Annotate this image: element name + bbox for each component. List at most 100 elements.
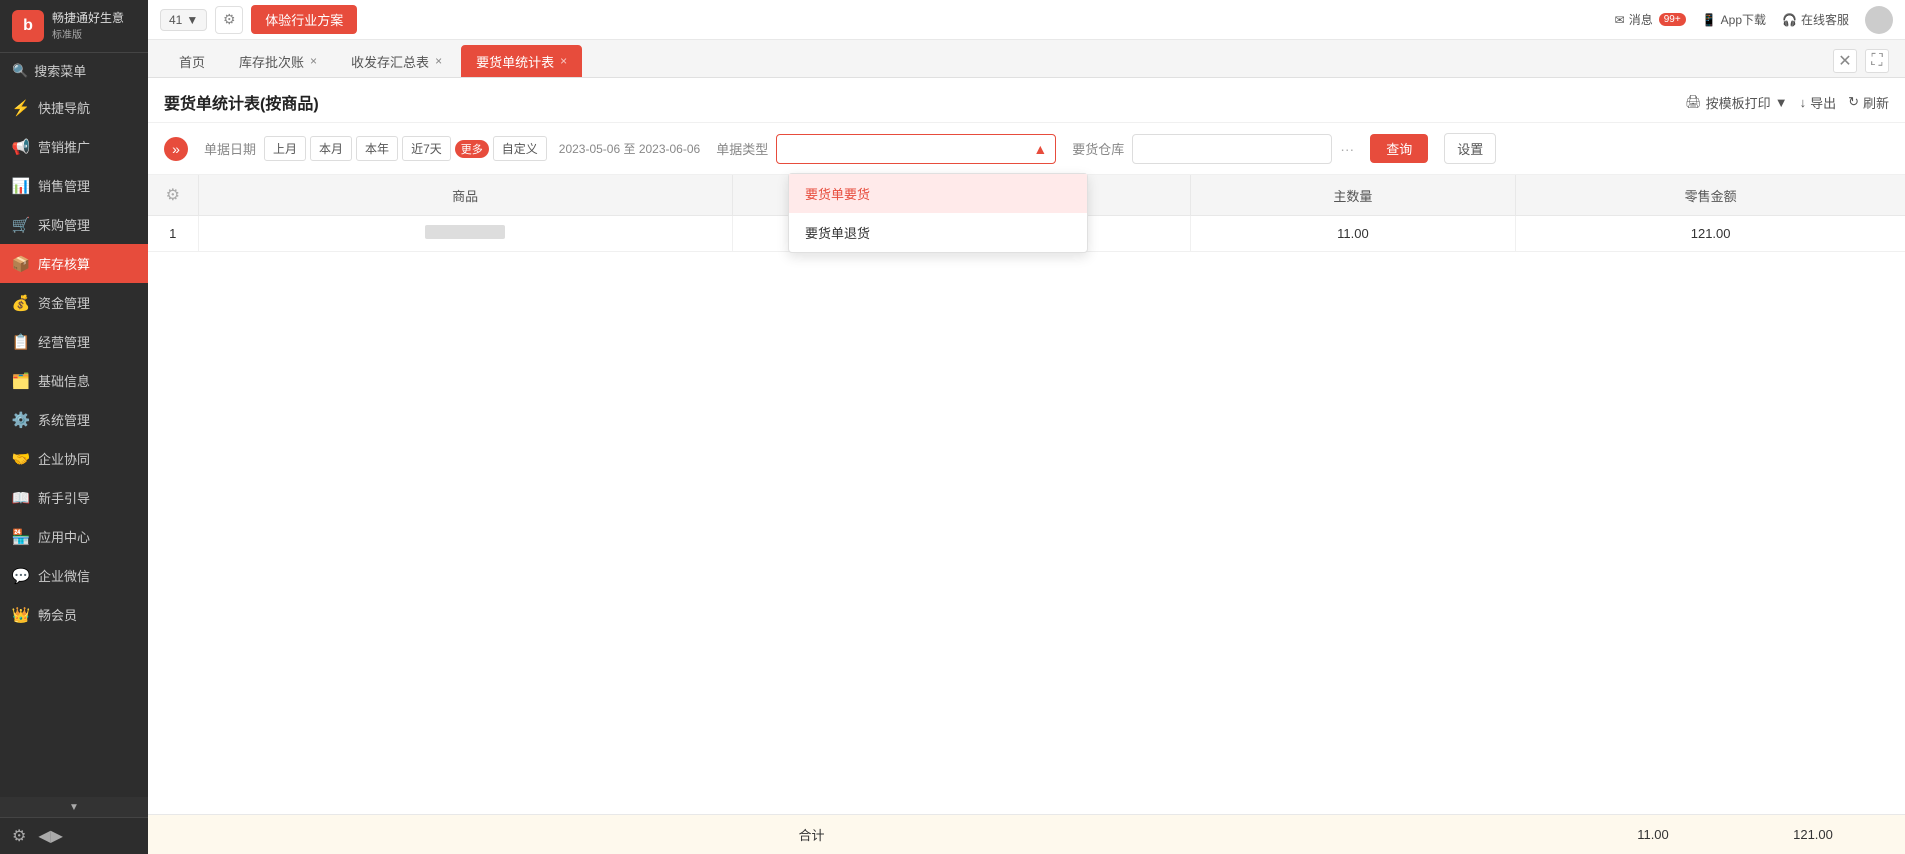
sidebar-item-vip[interactable]: 👑 畅会员 [0, 595, 148, 634]
date-btn-custom[interactable]: 自定义 [493, 136, 547, 161]
messages-btn[interactable]: ✉ 消息 99+ [1615, 11, 1686, 28]
store-selector[interactable]: 41 ▼ [160, 9, 207, 31]
query-btn[interactable]: 查询 [1370, 134, 1428, 163]
enterprise-wechat-icon: 💬 [12, 567, 30, 585]
date-btn-this-year[interactable]: 本年 [356, 136, 398, 161]
sidebar-item-system[interactable]: ⚙️ 系统管理 [0, 400, 148, 439]
sidebar-item-operation[interactable]: 📋 经营管理 [0, 322, 148, 361]
sidebar-item-label: 库存核算 [38, 254, 90, 273]
type-select-arrow: ▲ [1033, 141, 1047, 157]
sales-icon: 📊 [12, 177, 30, 195]
cell-quantity: 11.00 [1190, 216, 1516, 252]
topbar-settings-btn[interactable]: ⚙ [215, 6, 243, 34]
tab-receivable-summary-close[interactable]: × [435, 54, 442, 68]
sidebar-item-inventory[interactable]: 📦 库存核算 [0, 244, 148, 283]
th-quantity: 主数量 [1190, 175, 1516, 216]
sidebar-item-enterprise-coop[interactable]: 🤝 企业协同 [0, 439, 148, 478]
sidebar-item-marketing[interactable]: 📢 营销推广 [0, 127, 148, 166]
sidebar-item-finance[interactable]: 💰 资金管理 [0, 283, 148, 322]
sidebar-item-quick-nav[interactable]: ⚡ 快捷导航 [0, 88, 148, 127]
tab-requisition-stats[interactable]: 要货单统计表 × [461, 45, 582, 77]
more-filters-btn[interactable]: ··· [1340, 141, 1354, 157]
type-select[interactable]: ▲ [776, 134, 1056, 164]
warehouse-filter-section: 要货仓库 ··· [1072, 134, 1354, 164]
sidebar-item-enterprise-wechat[interactable]: 💬 企业微信 [0, 556, 148, 595]
search-icon: 🔍 [12, 63, 28, 79]
print-btn[interactable]: 🖨 按模板打印 ▼ [1685, 93, 1787, 112]
tab-inventory-batch[interactable]: 库存批次账 × [224, 45, 332, 77]
sidebar-item-label: 销售管理 [38, 176, 90, 195]
store-dropdown-icon: ▼ [186, 13, 198, 27]
tab-requisition-stats-close[interactable]: × [560, 54, 567, 68]
tab-inventory-batch-close[interactable]: × [310, 54, 317, 68]
type-dropdown-menu: 要货单要货 要货单退货 [788, 173, 1088, 253]
dropdown-item-return[interactable]: 要货单退货 [789, 213, 1087, 252]
sidebar-bottom: ⚙ ◀▶ [0, 817, 148, 854]
print-dropdown-icon: ▼ [1775, 95, 1788, 110]
sidebar-item-label: 新手引导 [38, 488, 90, 507]
export-label: 导出 [1810, 93, 1836, 112]
page-actions: 🖨 按模板打印 ▼ ↓ 导出 ↻ 刷新 [1685, 93, 1889, 112]
service-icon: 🎧 [1782, 13, 1797, 27]
sidebar-item-label: 应用中心 [38, 527, 90, 546]
tab-receivable-summary[interactable]: 收发存汇总表 × [336, 45, 457, 77]
online-service-label: 在线客服 [1801, 11, 1849, 28]
sidebar-item-app-center[interactable]: 🏪 应用中心 [0, 517, 148, 556]
sidebar-item-basic-info[interactable]: 🗂️ 基础信息 [0, 361, 148, 400]
table-config-icon[interactable]: ⚙ [166, 187, 180, 204]
sidebar-search[interactable]: 🔍 搜索菜单 [0, 53, 148, 88]
sidebar-scroll-down[interactable]: ▼ [0, 797, 148, 817]
tabs-actions: ✕ ⛶ [1833, 49, 1889, 77]
expand-tabs-btn[interactable]: ⛶ [1865, 49, 1889, 73]
inventory-icon: 📦 [12, 255, 30, 273]
app-center-icon: 🏪 [12, 528, 30, 546]
filter-expand-btn[interactable]: » [164, 137, 188, 161]
close-all-tabs-btn[interactable]: ✕ [1833, 49, 1857, 73]
dropdown-item-requisition[interactable]: 要货单要货 [789, 174, 1087, 213]
export-btn[interactable]: ↓ 导出 [1800, 93, 1837, 112]
quick-nav-icon: ⚡ [12, 99, 30, 117]
date-btn-this-month[interactable]: 本月 [310, 136, 352, 161]
sidebar-brand: 畅捷通好生意 标准版 [52, 11, 124, 42]
type-filter-section: 单据类型 ▲ [716, 134, 1056, 164]
sidebar-item-label: 经营管理 [38, 332, 90, 351]
footer-amount-cell: 121.00 [1733, 825, 1893, 844]
trial-btn[interactable]: 体验行业方案 [251, 5, 357, 34]
enterprise-coop-icon: 🤝 [12, 450, 30, 468]
settings-bottom-icon[interactable]: ⚙ [12, 826, 26, 846]
warehouse-input[interactable] [1132, 134, 1332, 164]
sidebar-item-new-guide[interactable]: 📖 新手引导 [0, 478, 148, 517]
app-download-label: App下载 [1721, 11, 1766, 28]
collapse-sidebar-icon[interactable]: ◀▶ [38, 826, 63, 846]
sidebar-nav: ⚡ 快捷导航 📢 营销推广 📊 销售管理 🛒 采购管理 📦 库存核算 💰 资金管… [0, 88, 148, 797]
main-area: 41 ▼ ⚙ 体验行业方案 ✉ 消息 99+ 📱 App下载 🎧 在线客服 [148, 0, 1905, 854]
sidebar-item-label: 采购管理 [38, 215, 90, 234]
footer-label: 合计 [798, 825, 824, 844]
sidebar-item-label: 企业微信 [38, 566, 90, 585]
table-container: ⚙ 商品 主计量单位 主数量 零售金额 [148, 175, 1905, 814]
app-download-btn[interactable]: 📱 App下载 [1702, 11, 1766, 28]
product-blurred [425, 225, 505, 239]
store-number: 41 [169, 13, 182, 27]
th-amount: 零售金额 [1516, 175, 1905, 216]
date-btn-last-month[interactable]: 上月 [264, 136, 306, 161]
online-service-btn[interactable]: 🎧 在线客服 [1782, 11, 1849, 28]
brand-name: 畅捷通好生意 [52, 11, 124, 27]
date-btn-last-7-days[interactable]: 近7天 [402, 136, 451, 161]
purchase-icon: 🛒 [12, 216, 30, 234]
refresh-btn[interactable]: ↻ 刷新 [1848, 93, 1889, 112]
operation-icon: 📋 [12, 333, 30, 351]
finance-icon: 💰 [12, 294, 30, 312]
sidebar-item-purchase[interactable]: 🛒 采购管理 [0, 205, 148, 244]
footer-quantity-cell: 11.00 [1573, 825, 1733, 844]
sidebar-item-sales[interactable]: 📊 销售管理 [0, 166, 148, 205]
filter-settings-btn[interactable]: 设置 [1444, 133, 1496, 164]
sidebar-item-label: 系统管理 [38, 410, 90, 429]
sidebar-item-label: 资金管理 [38, 293, 90, 312]
expand-icon: » [172, 141, 180, 157]
topbar-left: 41 ▼ ⚙ 体验行业方案 [160, 5, 1603, 34]
export-icon: ↓ [1800, 95, 1807, 110]
user-avatar[interactable] [1865, 6, 1893, 34]
more-dates-badge[interactable]: 更多 [455, 140, 489, 158]
tab-home[interactable]: 首页 [164, 45, 220, 77]
